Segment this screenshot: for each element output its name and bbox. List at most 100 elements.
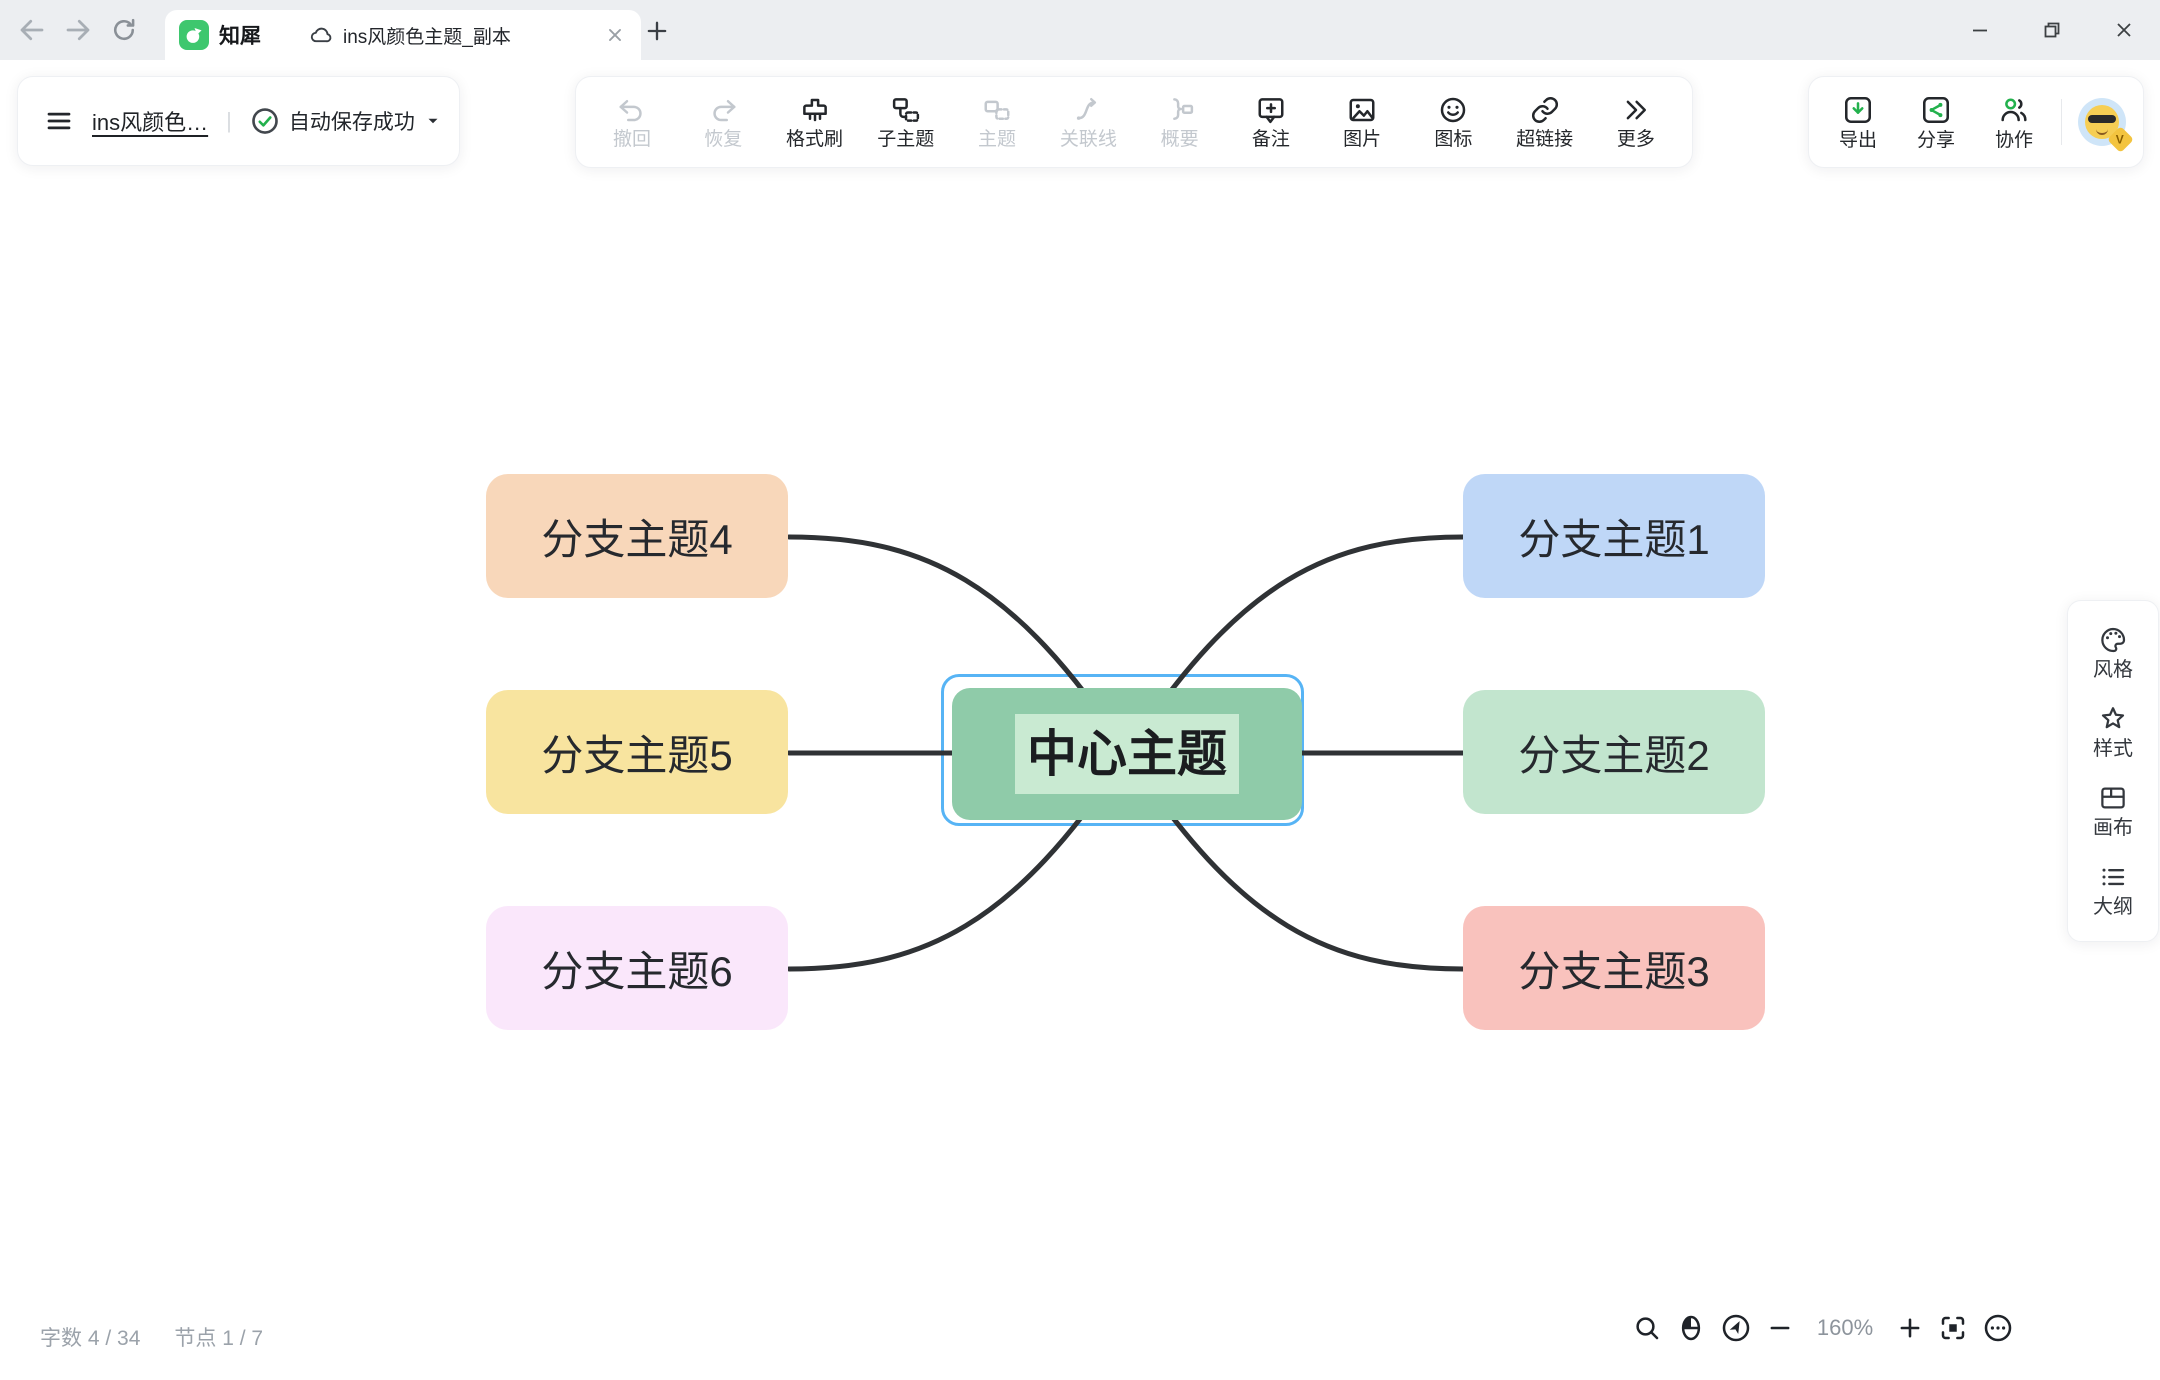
document-title[interactable]: ins风颜色… — [92, 105, 208, 137]
active-tab-title: ins风颜色主题_副本 — [343, 26, 511, 48]
branch-topic-label: 分支主题2 — [1518, 731, 1710, 779]
toolbar-item-label: 子主题 — [877, 129, 935, 150]
restore-icon[interactable] — [2016, 0, 2088, 60]
active-tab[interactable]: ins风颜色主题_副本 — [295, 10, 641, 60]
export-button[interactable]: 导出 — [1819, 94, 1897, 150]
branch-topic-label: 分支主题1 — [1518, 515, 1710, 563]
image-icon — [1347, 95, 1377, 125]
avatar[interactable]: V — [2078, 98, 2134, 153]
panel-item-node-style[interactable]: 样式 — [2068, 692, 2158, 771]
topic-icon — [982, 95, 1012, 125]
subtopic-icon — [891, 95, 921, 125]
more-options-icon[interactable] — [1982, 1312, 2014, 1344]
palette-icon — [2098, 625, 2128, 655]
document-header-card: ins风颜色… | 自动保存成功 — [17, 76, 460, 166]
star-icon — [2098, 704, 2128, 734]
toolbar-item-label: 格式刷 — [786, 129, 844, 150]
center-topic-label: 中心主题 — [1015, 714, 1239, 794]
panel-item-label: 样式 — [2093, 738, 2133, 760]
redo-button[interactable]: 恢复 — [679, 95, 767, 149]
close-tab-icon[interactable] — [603, 23, 627, 47]
collab-button[interactable]: 协作 — [1975, 94, 2053, 150]
hyperlink-button[interactable]: 超链接 — [1501, 95, 1589, 149]
menu-icon[interactable] — [44, 106, 74, 136]
export-label: 导出 — [1838, 130, 1877, 151]
panel-item-style-theme[interactable]: 风格 — [2068, 613, 2158, 692]
undo-button[interactable]: 撤回 — [588, 95, 676, 149]
emoji-icon — [1438, 95, 1468, 125]
mouse-mode-icon[interactable] — [1676, 1313, 1706, 1343]
close-window-icon[interactable] — [2088, 0, 2160, 60]
branch-topic-3-node[interactable]: 分支主题3 — [1463, 906, 1765, 1030]
branch-topic-2-node[interactable]: 分支主题2 — [1463, 690, 1765, 814]
search-icon[interactable] — [1632, 1313, 1662, 1343]
locate-center-icon[interactable] — [1720, 1312, 1752, 1344]
branch-topic-4-node[interactable]: 分支主题4 — [486, 474, 788, 598]
divider: | — [226, 108, 232, 133]
zoom-out-icon[interactable] — [1766, 1314, 1794, 1342]
branch-topic-label: 分支主题4 — [541, 515, 733, 563]
share-icon — [1920, 94, 1952, 126]
minimize-icon[interactable] — [1944, 0, 2016, 60]
back-icon[interactable] — [16, 14, 48, 46]
toolbar-item-label: 备注 — [1251, 129, 1290, 150]
forward-icon[interactable] — [62, 14, 94, 46]
panel-item-outline[interactable]: 大纲 — [2068, 850, 2158, 929]
cloud-icon — [309, 23, 333, 47]
emoji-button[interactable]: 图标 — [1409, 95, 1497, 149]
side-panel: 风格 样式 画布 大纲 — [2067, 600, 2159, 942]
actions-card: 导出 分享 协作 V — [1808, 76, 2144, 168]
browser-tab-strip: 知犀 ins风颜色主题_副本 — [0, 0, 2160, 60]
node-count: 节点 1 / 7 — [174, 1327, 264, 1350]
main-toolbar: 撤回 恢复 格式刷 子主题 主题 关联线 概要 备注 图片 图标 超链接 更多 — [575, 76, 1693, 168]
autosave-status[interactable]: 自动保存成功 — [250, 106, 442, 136]
branch-topic-label: 分支主题3 — [1518, 947, 1710, 995]
toolbar-item-label: 关联线 — [1059, 129, 1117, 150]
zoom-level[interactable]: 160% — [1808, 1315, 1882, 1341]
panel-item-label: 风格 — [2093, 659, 2133, 681]
redo-icon — [708, 95, 738, 125]
export-icon — [1842, 94, 1874, 126]
branch-topic-label: 分支主题5 — [541, 731, 733, 779]
summary-button[interactable]: 概要 — [1136, 95, 1224, 149]
outline-list-icon — [2098, 862, 2128, 892]
new-tab-icon[interactable] — [640, 14, 674, 48]
center-topic-node[interactable]: 中心主题 — [952, 688, 1302, 820]
note-icon — [1256, 95, 1286, 125]
image-button[interactable]: 图片 — [1318, 95, 1406, 149]
canvas-icon — [2098, 783, 2128, 813]
reload-icon[interactable] — [108, 14, 140, 46]
panel-item-label: 大纲 — [2093, 896, 2133, 918]
status-counts: 字数 4 / 34 节点 1 / 7 — [40, 1322, 263, 1352]
autosave-text: 自动保存成功 — [288, 111, 415, 134]
panel-item-label: 画布 — [2093, 817, 2133, 839]
check-circle-icon — [250, 106, 280, 136]
toolbar-item-label: 主题 — [978, 129, 1017, 150]
branch-topic-5-node[interactable]: 分支主题5 — [486, 690, 788, 814]
zoom-in-icon[interactable] — [1896, 1314, 1924, 1342]
toolbar-item-label: 撤回 — [612, 129, 651, 150]
toolbar-item-label: 超链接 — [1516, 129, 1574, 150]
share-label: 分享 — [1916, 130, 1955, 151]
toolbar-item-label: 更多 — [1616, 129, 1655, 150]
format-painter-icon — [800, 95, 830, 125]
toolbar-item-label: 图片 — [1343, 129, 1382, 150]
fit-screen-icon[interactable] — [1938, 1313, 1968, 1343]
zoom-toolbar: 160% — [1632, 1308, 2014, 1348]
panel-item-canvas[interactable]: 画布 — [2068, 771, 2158, 850]
format-painter-button[interactable]: 格式刷 — [771, 95, 859, 149]
topic-button[interactable]: 主题 — [953, 95, 1041, 149]
more-button[interactable]: 更多 — [1592, 95, 1680, 149]
relation-line-icon — [1073, 95, 1103, 125]
subtopic-button[interactable]: 子主题 — [862, 95, 950, 149]
word-count: 字数 4 / 34 — [40, 1327, 141, 1350]
divider — [2061, 99, 2062, 145]
branch-topic-1-node[interactable]: 分支主题1 — [1463, 474, 1765, 598]
share-button[interactable]: 分享 — [1897, 94, 1975, 150]
relation-line-button[interactable]: 关联线 — [1044, 95, 1132, 149]
note-button[interactable]: 备注 — [1227, 95, 1315, 149]
undo-icon — [617, 95, 647, 125]
more-chevrons-icon — [1621, 95, 1651, 125]
branch-topic-6-node[interactable]: 分支主题6 — [486, 906, 788, 1030]
toolbar-item-label: 概要 — [1160, 129, 1199, 150]
